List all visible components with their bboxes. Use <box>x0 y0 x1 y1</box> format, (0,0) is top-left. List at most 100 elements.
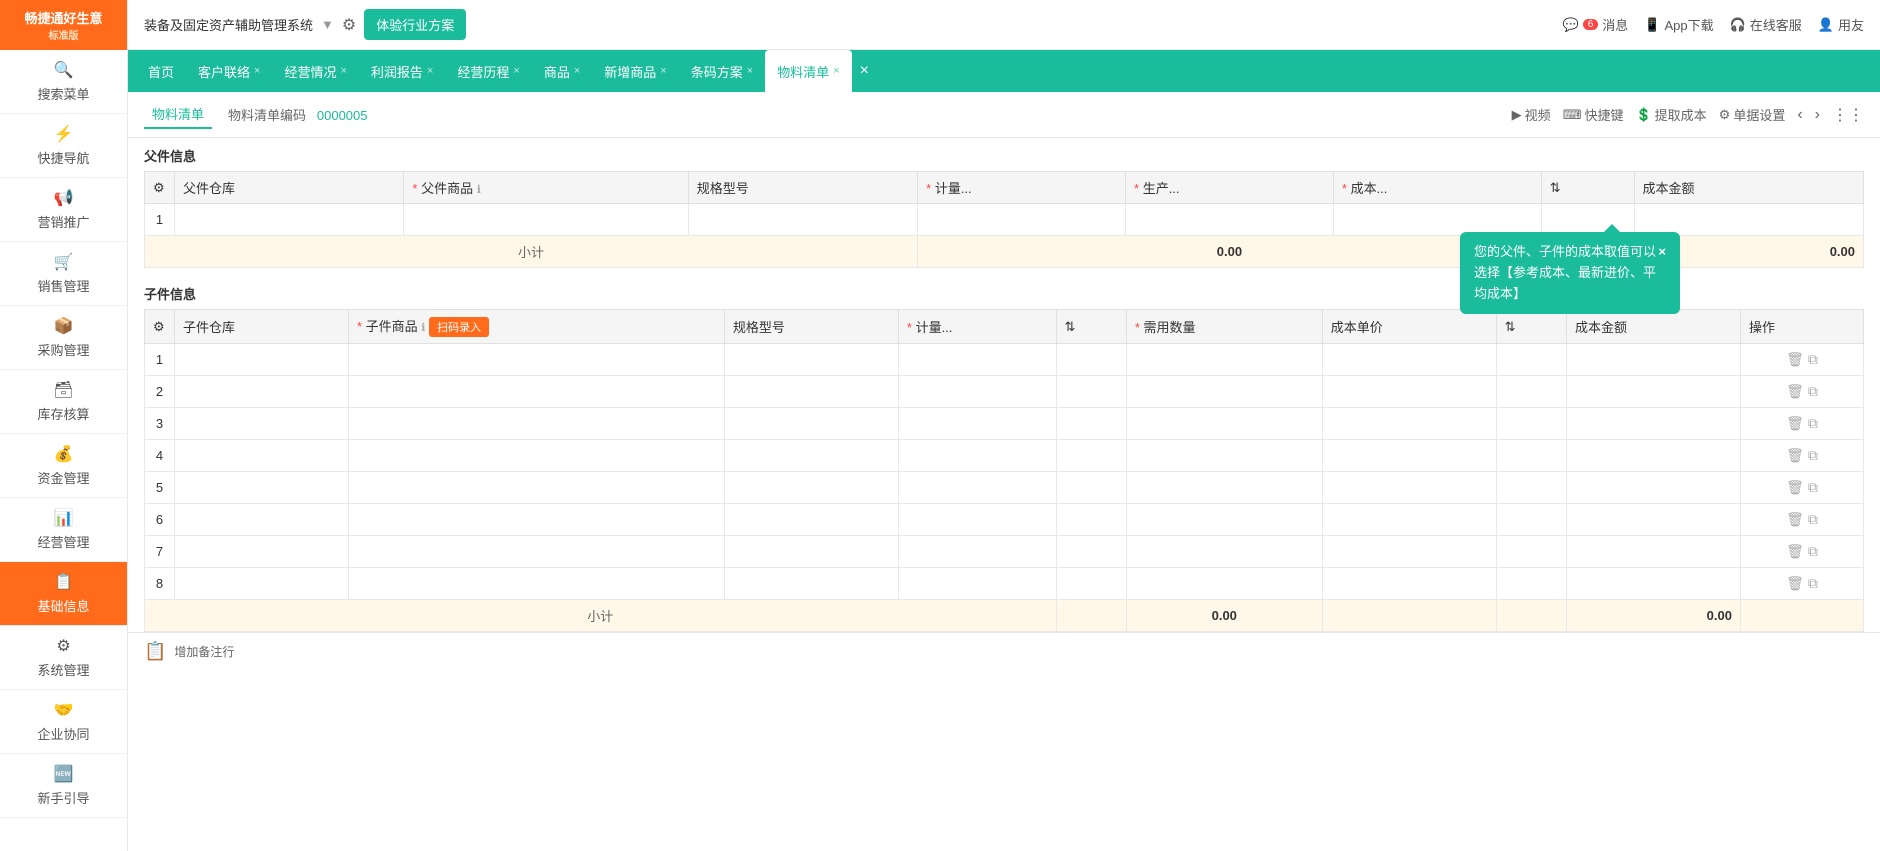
sidebar-item-guide[interactable]: 🆕 新手引导 <box>0 754 127 818</box>
delete-icon-2[interactable]: 🗑 <box>1786 383 1804 400</box>
child-row-needed-qty-1[interactable] <box>1126 344 1322 376</box>
tab-client[interactable]: 客户联络 × <box>186 50 272 92</box>
add-note-icon[interactable]: 📋 <box>144 641 166 662</box>
tab-bom-close[interactable]: × <box>833 65 839 77</box>
delete-icon-4[interactable]: 🗑 <box>1786 447 1804 464</box>
tab-add-goods[interactable]: 新增商品 × <box>592 50 678 92</box>
child-row-needed-qty-7[interactable] <box>1126 536 1322 568</box>
child-row-warehouse-2[interactable] <box>175 376 349 408</box>
delete-icon-8[interactable]: 🗑 <box>1786 575 1804 592</box>
app-download[interactable]: 📱 App下载 <box>1644 15 1713 34</box>
sidebar-item-inventory[interactable]: 🗃 库存核算 <box>0 370 127 434</box>
tab-bom[interactable]: 物料清单 × <box>765 50 851 92</box>
child-row-warehouse-7[interactable] <box>175 536 349 568</box>
child-row-cost-price-1[interactable] <box>1322 344 1496 376</box>
copy-icon-8[interactable]: ⧉ <box>1808 575 1818 592</box>
child-row-warehouse-8[interactable] <box>175 568 349 600</box>
tab-profit-report[interactable]: 利润报告 × <box>359 50 445 92</box>
copy-icon-6[interactable]: ⧉ <box>1808 511 1818 528</box>
child-row-unit-3[interactable] <box>898 408 1056 440</box>
copy-icon-1[interactable]: ⧉ <box>1808 351 1818 368</box>
child-row-cost-price-5[interactable] <box>1322 472 1496 504</box>
child-row-spec-5[interactable] <box>724 472 898 504</box>
sidebar-item-finance[interactable]: 💰 资金管理 <box>0 434 127 498</box>
tab-profit-close[interactable]: × <box>427 65 433 77</box>
settings-icon[interactable]: ⚙ <box>342 15 356 35</box>
parent-row-cost-1[interactable] <box>1333 204 1541 236</box>
child-row-goods-8[interactable] <box>348 568 724 600</box>
child-row-warehouse-3[interactable] <box>175 408 349 440</box>
tab-barcode[interactable]: 条码方案 × <box>679 50 765 92</box>
child-row-warehouse-6[interactable] <box>175 504 349 536</box>
tooltip-close-btn[interactable]: × <box>1658 242 1666 263</box>
child-row-warehouse-1[interactable] <box>175 344 349 376</box>
parent-col-settings[interactable]: ⚙ <box>145 172 175 204</box>
child-row-goods-2[interactable] <box>348 376 724 408</box>
child-col-settings[interactable]: ⚙ <box>145 310 175 344</box>
message-badge[interactable]: 💬 6 消息 <box>1563 15 1629 34</box>
child-row-cost-price-2[interactable] <box>1322 376 1496 408</box>
copy-icon-2[interactable]: ⧉ <box>1808 383 1818 400</box>
child-row-spec-4[interactable] <box>724 440 898 472</box>
shortcut-btn[interactable]: ⌨ 快捷键 <box>1563 105 1624 124</box>
tab-home[interactable]: 首页 <box>136 50 186 92</box>
tab-operations-history[interactable]: 经营历程 × <box>445 50 531 92</box>
sidebar-item-quick-nav[interactable]: ⚡ 快捷导航 <box>0 114 127 178</box>
video-btn[interactable]: ▶ 视频 <box>1512 105 1551 124</box>
child-row-warehouse-4[interactable] <box>175 440 349 472</box>
single-settings-btn[interactable]: ⚙ 单据设置 <box>1719 105 1786 124</box>
delete-icon-1[interactable]: 🗑 <box>1786 351 1804 368</box>
child-row-goods-1[interactable] <box>348 344 724 376</box>
tab-history-close[interactable]: × <box>513 65 519 77</box>
child-row-cost-price-8[interactable] <box>1322 568 1496 600</box>
tab-barcode-close[interactable]: × <box>747 65 753 77</box>
parent-row-unit-1[interactable] <box>918 204 1126 236</box>
copy-icon-4[interactable]: ⧉ <box>1808 447 1818 464</box>
user-avatar[interactable]: 👤 用友 <box>1818 15 1864 34</box>
sidebar-item-search[interactable]: 🔍 搜索菜单 <box>0 50 127 114</box>
child-row-unit-2[interactable] <box>898 376 1056 408</box>
sidebar-item-sales[interactable]: 🛒 销售管理 <box>0 242 127 306</box>
child-row-warehouse-5[interactable] <box>175 472 349 504</box>
delete-icon-6[interactable]: 🗑 <box>1786 511 1804 528</box>
child-row-unit-5[interactable] <box>898 472 1056 504</box>
child-row-goods-4[interactable] <box>348 440 724 472</box>
child-row-unit-4[interactable] <box>898 440 1056 472</box>
child-row-cost-price-6[interactable] <box>1322 504 1496 536</box>
child-row-goods-5[interactable] <box>348 472 724 504</box>
extract-cost-btn[interactable]: 💲 提取成本 <box>1635 105 1706 124</box>
copy-icon-5[interactable]: ⧉ <box>1808 479 1818 496</box>
delete-icon-5[interactable]: 🗑 <box>1786 479 1804 496</box>
scan-button[interactable]: 扫码录入 <box>429 317 489 337</box>
trial-button[interactable]: 体验行业方案 <box>364 9 466 40</box>
child-row-needed-qty-6[interactable] <box>1126 504 1322 536</box>
child-row-cost-price-4[interactable] <box>1322 440 1496 472</box>
copy-icon-3[interactable]: ⧉ <box>1808 415 1818 432</box>
tab-close-all[interactable]: × <box>852 62 877 80</box>
online-service[interactable]: 🎧 在线客服 <box>1730 15 1802 34</box>
child-row-cost-price-3[interactable] <box>1322 408 1496 440</box>
grid-view-icon[interactable]: ⋮⋮ <box>1832 105 1864 125</box>
sidebar-item-system[interactable]: ⚙ 系统管理 <box>0 626 127 690</box>
child-row-goods-7[interactable] <box>348 536 724 568</box>
parent-row-production-1[interactable] <box>1126 204 1334 236</box>
sidebar-item-enterprise[interactable]: 🤝 企业协同 <box>0 690 127 754</box>
child-row-unit-1[interactable] <box>898 344 1056 376</box>
parent-row-spec-1[interactable] <box>688 204 917 236</box>
child-row-goods-6[interactable] <box>348 504 724 536</box>
sub-tab-bom-list[interactable]: 物料清单 <box>144 100 212 129</box>
child-row-needed-qty-8[interactable] <box>1126 568 1322 600</box>
tab-operations-status[interactable]: 经营情况 × <box>272 50 358 92</box>
child-row-unit-8[interactable] <box>898 568 1056 600</box>
nav-next[interactable]: › <box>1815 106 1820 124</box>
sidebar-item-operations[interactable]: 📊 经营管理 <box>0 498 127 562</box>
child-row-spec-7[interactable] <box>724 536 898 568</box>
child-row-needed-qty-2[interactable] <box>1126 376 1322 408</box>
tab-add-goods-close[interactable]: × <box>660 65 666 77</box>
tab-client-close[interactable]: × <box>254 65 260 77</box>
child-row-unit-7[interactable] <box>898 536 1056 568</box>
child-row-needed-qty-5[interactable] <box>1126 472 1322 504</box>
child-row-goods-3[interactable] <box>348 408 724 440</box>
delete-icon-7[interactable]: 🗑 <box>1786 543 1804 560</box>
child-row-cost-price-7[interactable] <box>1322 536 1496 568</box>
